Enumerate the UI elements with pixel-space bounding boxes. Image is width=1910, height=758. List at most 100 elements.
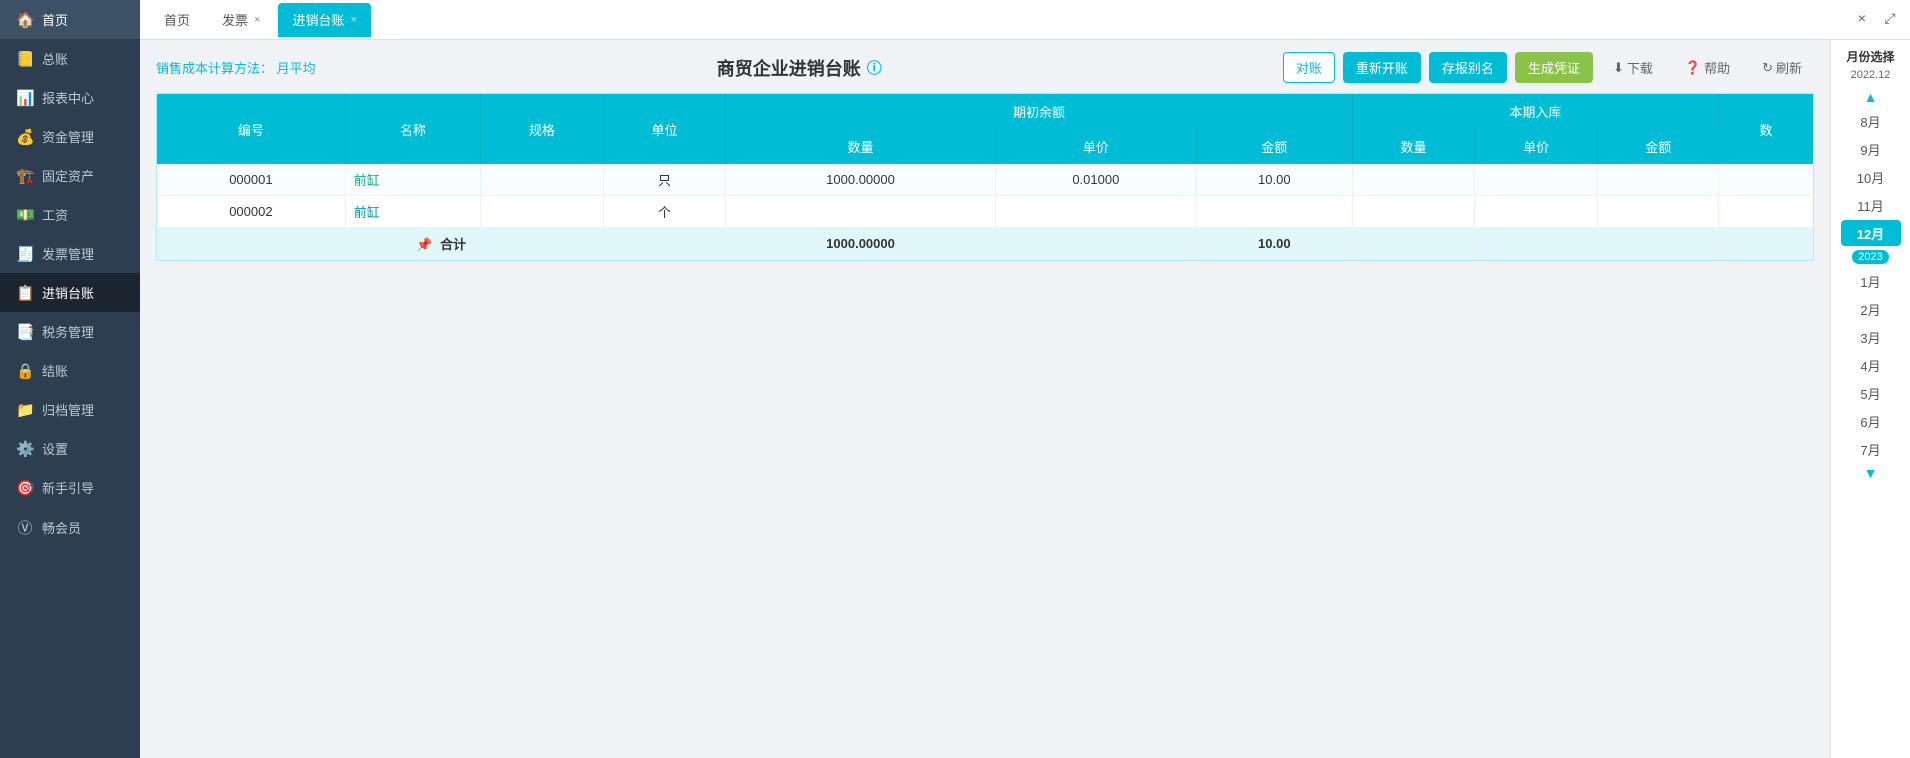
- sidebar-item-settings[interactable]: ⚙️ 设置: [0, 429, 140, 468]
- download-label: 下载: [1627, 58, 1653, 77]
- refresh-label: 刷新: [1776, 58, 1802, 77]
- close-button[interactable]: ×: [1852, 8, 1872, 28]
- refresh-button[interactable]: ↻ 刷新: [1750, 53, 1814, 82]
- tab-invoice-label: 发票: [222, 10, 248, 29]
- month-item-2023-6[interactable]: 6月: [1841, 408, 1901, 434]
- page-title: 商贸企业进销台账 ⓘ: [717, 55, 882, 81]
- sidebar-item-invoice[interactable]: 🧾 发票管理: [0, 234, 140, 273]
- cell-spec: [481, 164, 604, 196]
- ledgerbook-icon: 📋: [16, 284, 34, 302]
- sidebar-item-assets[interactable]: 🏗️ 固定资产: [0, 156, 140, 195]
- tab-bar: 首页 发票 × 进销台账 ×: [140, 0, 1910, 40]
- cell-opening-price: 0.01000: [995, 164, 1196, 196]
- month-scroll-down[interactable]: ▼: [1859, 463, 1883, 483]
- sidebar-item-ledger[interactable]: 📒 总账: [0, 39, 140, 78]
- col-in-qty: 数量: [1352, 129, 1475, 164]
- page-title-text: 商贸企业进销台账: [717, 55, 861, 81]
- refresh-icon: ↻: [1762, 60, 1773, 76]
- sidebar-item-salary[interactable]: 💵 工资: [0, 195, 140, 234]
- sidebar-item-guide[interactable]: 🎯 新手引导: [0, 468, 140, 507]
- month-item-10[interactable]: 10月: [1841, 164, 1901, 190]
- cell-in-price: [1475, 164, 1598, 196]
- cell-name: 前缸: [345, 164, 480, 196]
- assets-icon: 🏗️: [16, 167, 34, 185]
- sidebar-item-label: 设置: [42, 439, 68, 458]
- total-opening-price: [995, 228, 1196, 260]
- cell-opening-amount: 10.00: [1196, 164, 1352, 196]
- total-row: 📌 合计 1000.00000 10.00: [157, 228, 1813, 260]
- month-item-12[interactable]: 12月: [1841, 220, 1901, 246]
- info-icon[interactable]: ⓘ: [867, 57, 882, 78]
- download-button[interactable]: ⬇ 下载: [1601, 53, 1665, 82]
- total-text: 合计: [440, 237, 466, 252]
- month-item-2023-2[interactable]: 2月: [1841, 296, 1901, 322]
- sidebar-item-funds[interactable]: 💰 资金管理: [0, 117, 140, 156]
- col-spec: 规格: [481, 94, 604, 164]
- sidebar-item-label: 总账: [42, 49, 68, 68]
- month-selector-current-year: 2022.12: [1851, 69, 1891, 81]
- reopen-button[interactable]: 重新开账: [1343, 52, 1421, 83]
- sidebar-item-reports[interactable]: 📊 报表中心: [0, 78, 140, 117]
- col-in-price: 单价: [1475, 129, 1598, 164]
- total-in-qty: [1352, 228, 1475, 260]
- help-button[interactable]: ❓ 帮助: [1673, 53, 1742, 82]
- year-badge-2023: 2023: [1852, 250, 1888, 264]
- sidebar-item-tax[interactable]: 📑 税务管理: [0, 312, 140, 351]
- total-in-amount: [1598, 228, 1719, 260]
- col-in-amount: 金额: [1598, 129, 1719, 164]
- total-opening-qty: 1000.00000: [726, 228, 995, 260]
- cell-opening-qty: 1000.00000: [726, 164, 995, 196]
- month-item-8[interactable]: 8月: [1841, 108, 1901, 134]
- sidebar-item-label: 畅会员: [42, 518, 81, 537]
- salary-icon: 💵: [16, 206, 34, 224]
- total-extra: [1719, 228, 1813, 260]
- month-item-2023-1[interactable]: 1月: [1841, 268, 1901, 294]
- cost-method-value: 月平均: [277, 61, 316, 76]
- tab-ledgerbook-close[interactable]: ×: [350, 14, 356, 26]
- sidebar-item-ledgerbook[interactable]: 📋 进销台账: [0, 273, 140, 312]
- window-controls: × ⤢: [1852, 8, 1900, 28]
- month-item-2023-5[interactable]: 5月: [1841, 380, 1901, 406]
- cell-opening-amount: [1196, 196, 1352, 228]
- cell-unit: 只: [603, 164, 726, 196]
- cell-in-qty: [1352, 196, 1475, 228]
- tab-ledgerbook[interactable]: 进销台账 ×: [278, 3, 370, 37]
- checkout-icon: 🔒: [16, 362, 34, 380]
- cell-in-amount: [1598, 164, 1719, 196]
- content-area: 销售成本计算方法： 月平均 商贸企业进销台账 ⓘ 对账 重新开账 存报别名 生成…: [140, 40, 1910, 758]
- archive-icon: 📁: [16, 401, 34, 419]
- cost-method: 销售成本计算方法： 月平均: [156, 58, 316, 77]
- settings-icon: ⚙️: [16, 440, 34, 458]
- save-alias-button[interactable]: 存报别名: [1429, 52, 1507, 83]
- tab-invoice[interactable]: 发票 ×: [208, 3, 274, 37]
- download-icon: ⬇: [1613, 60, 1624, 76]
- ledger-icon: 📒: [16, 50, 34, 68]
- col-opening-price: 单价: [995, 129, 1196, 164]
- help-icon: ❓: [1685, 60, 1701, 76]
- generate-voucher-button[interactable]: 生成凭证: [1515, 52, 1593, 83]
- month-item-2023-7[interactable]: 7月: [1841, 436, 1901, 462]
- month-item-2023-4[interactable]: 4月: [1841, 352, 1901, 378]
- sidebar-item-checkout[interactable]: 🔒 结账: [0, 351, 140, 390]
- col-code: 编号: [157, 94, 345, 164]
- sidebar: 🏠 首页 📒 总账 📊 报表中心 💰 资金管理 🏗️ 固定资产 💵 工资 🧾 发…: [0, 0, 140, 758]
- name-link[interactable]: 前缸: [354, 205, 380, 220]
- tab-ledgerbook-label: 进销台账: [292, 10, 344, 29]
- sidebar-item-home[interactable]: 🏠 首页: [0, 0, 140, 39]
- month-item-9[interactable]: 9月: [1841, 136, 1901, 162]
- month-item-11[interactable]: 11月: [1841, 192, 1901, 218]
- cell-in-qty: [1352, 164, 1475, 196]
- sidebar-item-archive[interactable]: 📁 归档管理: [0, 390, 140, 429]
- sidebar-item-label: 进销台账: [42, 283, 94, 302]
- sidebar-item-member[interactable]: Ⓥ 畅会员: [0, 507, 140, 548]
- sidebar-item-label: 发票管理: [42, 244, 94, 263]
- table-container: 编号 名称 规格 单位 期初余额 本期入库 数 数量 单价 金额 数: [156, 93, 1814, 261]
- month-item-2023-3[interactable]: 3月: [1841, 324, 1901, 350]
- tab-invoice-close[interactable]: ×: [254, 14, 260, 26]
- reconcile-button[interactable]: 对账: [1283, 52, 1335, 83]
- month-scroll-up[interactable]: ▲: [1859, 87, 1883, 107]
- funds-icon: 💰: [16, 128, 34, 146]
- tab-home[interactable]: 首页: [150, 3, 204, 37]
- month-selector: 月份选择 2022.12 ▲ 8月 9月 10月 11月 12月 2023 1月…: [1830, 40, 1910, 758]
- maximize-button[interactable]: ⤢: [1880, 8, 1900, 28]
